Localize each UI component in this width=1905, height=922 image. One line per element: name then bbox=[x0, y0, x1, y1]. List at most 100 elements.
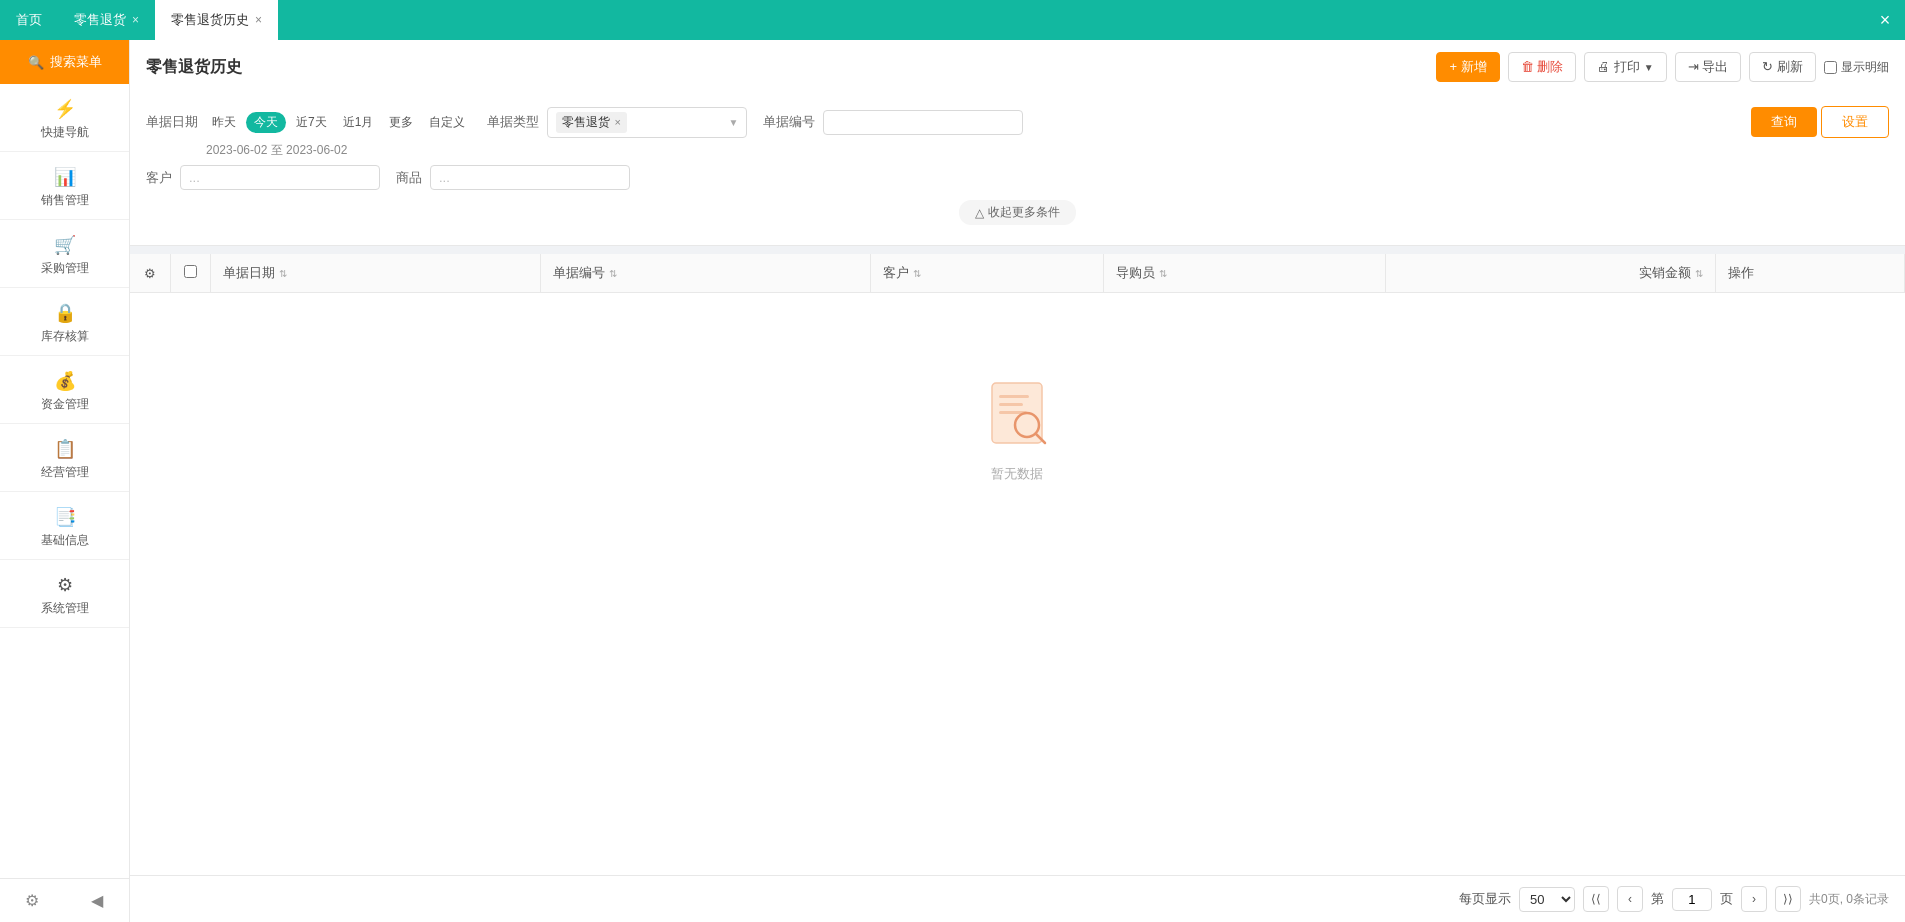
prev-page-btn[interactable]: ‹ bbox=[1617, 886, 1643, 912]
doc-type-tag-remove[interactable]: × bbox=[614, 116, 620, 128]
doc-type-select[interactable]: 零售退货 × ▼ bbox=[547, 107, 747, 138]
sidebar-collapse-btn[interactable]: ◀ bbox=[65, 879, 130, 922]
sidebar-item-basic-info[interactable]: 📑 基础信息 bbox=[0, 492, 129, 560]
sort-guide[interactable]: 导购员 ⇅ bbox=[1116, 264, 1373, 282]
main-content: 零售退货历史 + 新增 🗑 删除 🖨 打印 ▼ ⇥ 导出 bbox=[130, 40, 1905, 922]
page-title: 零售退货历史 bbox=[146, 57, 242, 78]
pagination-bar: 每页显示 10 20 50 100 ⟨⟨ ‹ 第 页 › ⟩⟩ 共0页, 0条记… bbox=[130, 875, 1905, 922]
date-shortcut-more[interactable]: 更多 bbox=[383, 112, 419, 133]
filter-settings-button[interactable]: 设置 bbox=[1821, 106, 1889, 138]
date-shortcut-custom[interactable]: 自定义 bbox=[423, 112, 471, 133]
sort-amount-icon: ⇅ bbox=[1695, 268, 1703, 279]
th-guide[interactable]: 导购员 ⇅ bbox=[1104, 254, 1386, 293]
collapse-up-icon: △ bbox=[975, 206, 984, 220]
page-label: 第 bbox=[1651, 890, 1664, 908]
tab-retail-return-label: 零售退货 bbox=[74, 11, 126, 29]
th-doc-no[interactable]: 单据编号 ⇅ bbox=[540, 254, 870, 293]
sidebar-item-purchase-mgmt[interactable]: 🛒 采购管理 bbox=[0, 220, 129, 288]
display-toggle[interactable]: 显示明细 bbox=[1824, 59, 1889, 76]
first-page-btn[interactable]: ⟨⟨ bbox=[1583, 886, 1609, 912]
query-btn-label: 查询 bbox=[1771, 114, 1797, 129]
th-action-label: 操作 bbox=[1728, 265, 1754, 280]
doc-no-filter: 单据编号 bbox=[763, 110, 1023, 135]
sidebar-item-sales-mgmt[interactable]: 📊 销售管理 bbox=[0, 152, 129, 220]
date-shortcut-7days[interactable]: 近7天 bbox=[290, 112, 333, 133]
ops-icon: 📋 bbox=[54, 438, 76, 460]
sidebar-item-system[interactable]: ⚙ 系统管理 bbox=[0, 560, 129, 628]
date-shortcut-today[interactable]: 今天 bbox=[246, 112, 286, 133]
sidebar-item-quick-nav[interactable]: ⚡ 快捷导航 bbox=[0, 84, 129, 152]
query-button[interactable]: 查询 bbox=[1751, 107, 1817, 137]
sidebar-item-label: 快捷导航 bbox=[41, 124, 89, 141]
sort-customer-icon: ⇅ bbox=[913, 268, 921, 279]
refresh-button[interactable]: ↻ 刷新 bbox=[1749, 52, 1816, 82]
window-close-button[interactable]: × bbox=[1865, 0, 1905, 40]
display-toggle-checkbox[interactable] bbox=[1824, 61, 1837, 74]
sidebar-item-label: 销售管理 bbox=[41, 192, 89, 209]
sidebar-item-inventory[interactable]: 🔒 库存核算 bbox=[0, 288, 129, 356]
th-amount[interactable]: 实销金额 ⇅ bbox=[1385, 254, 1715, 293]
tab-retail-return-history-close[interactable]: × bbox=[255, 13, 262, 27]
export-button[interactable]: ⇥ 导出 bbox=[1675, 52, 1742, 82]
sidebar-item-ops[interactable]: 📋 经营管理 bbox=[0, 424, 129, 492]
add-button[interactable]: + 新增 bbox=[1436, 52, 1499, 82]
last-page-btn[interactable]: ⟩⟩ bbox=[1775, 886, 1801, 912]
sidebar-item-label: 基础信息 bbox=[41, 532, 89, 549]
export-btn-label: ⇥ 导出 bbox=[1688, 58, 1729, 76]
th-customer-label: 客户 bbox=[883, 264, 909, 282]
delete-button[interactable]: 🗑 删除 bbox=[1508, 52, 1577, 82]
date-shortcut-yesterday[interactable]: 昨天 bbox=[206, 112, 242, 133]
th-checkbox[interactable] bbox=[170, 254, 210, 293]
tab-home[interactable]: 首页 bbox=[0, 0, 58, 40]
sort-customer[interactable]: 客户 ⇅ bbox=[883, 264, 1092, 282]
sidebar-item-label: 资金管理 bbox=[41, 396, 89, 413]
display-toggle-label: 显示明细 bbox=[1841, 59, 1889, 76]
filter-area: 单据日期 昨天 今天 近7天 近1月 更多 自定义 单据类型 bbox=[146, 94, 1889, 245]
collapse-btn[interactable]: △ 收起更多条件 bbox=[959, 200, 1076, 225]
customer-label: 客户 bbox=[146, 169, 172, 187]
sort-doc-no[interactable]: 单据编号 ⇅ bbox=[553, 264, 858, 282]
inventory-icon: 🔒 bbox=[54, 302, 76, 324]
sidebar-search[interactable]: 🔍 搜索菜单 bbox=[0, 40, 129, 84]
sidebar-item-label: 系统管理 bbox=[41, 600, 89, 617]
customer-placeholder: ... bbox=[189, 170, 200, 185]
page-input[interactable] bbox=[1672, 888, 1712, 911]
sidebar-bottom: ⚙ ◀ bbox=[0, 878, 129, 922]
table-container: ⚙ 单据日期 ⇅ 单据编号 bbox=[130, 254, 1905, 875]
top-bar: 首页 零售退货 × 零售退货历史 × × bbox=[0, 0, 1905, 40]
select-all-checkbox[interactable] bbox=[184, 265, 197, 278]
page-title-row: 零售退货历史 + 新增 🗑 删除 🖨 打印 ▼ ⇥ 导出 bbox=[146, 52, 1889, 82]
main-layout: 🔍 搜索菜单 ⚡ 快捷导航 📊 销售管理 🛒 采购管理 🔒 库存核算 💰 资金管… bbox=[0, 40, 1905, 922]
doc-no-input[interactable] bbox=[823, 110, 1023, 135]
table-header-row: ⚙ 单据日期 ⇅ 单据编号 bbox=[130, 254, 1905, 293]
sort-amount[interactable]: 实销金额 ⇅ bbox=[1398, 264, 1703, 282]
print-button[interactable]: 🖨 打印 ▼ bbox=[1584, 52, 1667, 82]
sort-doc-date-icon: ⇅ bbox=[279, 268, 287, 279]
th-customer[interactable]: 客户 ⇅ bbox=[870, 254, 1104, 293]
tab-retail-return-history[interactable]: 零售退货历史 × bbox=[155, 0, 278, 40]
date-shortcut-1month[interactable]: 近1月 bbox=[337, 112, 380, 133]
th-settings[interactable]: ⚙ bbox=[130, 254, 170, 293]
next-page-btn[interactable]: › bbox=[1741, 886, 1767, 912]
sort-doc-date[interactable]: 单据日期 ⇅ bbox=[223, 264, 528, 282]
doc-type-filter: 单据类型 零售退货 × ▼ bbox=[487, 107, 747, 138]
sort-guide-icon: ⇅ bbox=[1159, 268, 1167, 279]
date-shortcuts: 昨天 今天 近7天 近1月 更多 自定义 bbox=[206, 112, 471, 133]
collapse-icon: ◀ bbox=[91, 891, 103, 910]
goods-label: 商品 bbox=[396, 169, 422, 187]
quick-nav-icon: ⚡ bbox=[54, 98, 76, 120]
customer-select[interactable]: ... bbox=[180, 165, 380, 190]
data-table: ⚙ 单据日期 ⇅ 单据编号 bbox=[130, 254, 1905, 563]
top-bar-tabs: 首页 零售退货 × 零售退货历史 × bbox=[0, 0, 1865, 40]
doc-type-select-arrow: ▼ bbox=[728, 117, 738, 128]
tab-retail-return-close[interactable]: × bbox=[132, 13, 139, 27]
sidebar-item-finance[interactable]: 💰 资金管理 bbox=[0, 356, 129, 424]
per-page-label: 每页显示 bbox=[1459, 890, 1511, 908]
tab-retail-return[interactable]: 零售退货 × bbox=[58, 0, 155, 40]
purchase-icon: 🛒 bbox=[54, 234, 76, 256]
per-page-select[interactable]: 10 20 50 100 bbox=[1519, 887, 1575, 912]
goods-select[interactable]: ... bbox=[430, 165, 630, 190]
sidebar: 🔍 搜索菜单 ⚡ 快捷导航 📊 销售管理 🛒 采购管理 🔒 库存核算 💰 资金管… bbox=[0, 40, 130, 922]
th-doc-date[interactable]: 单据日期 ⇅ bbox=[210, 254, 540, 293]
sidebar-settings-btn[interactable]: ⚙ bbox=[0, 879, 65, 922]
